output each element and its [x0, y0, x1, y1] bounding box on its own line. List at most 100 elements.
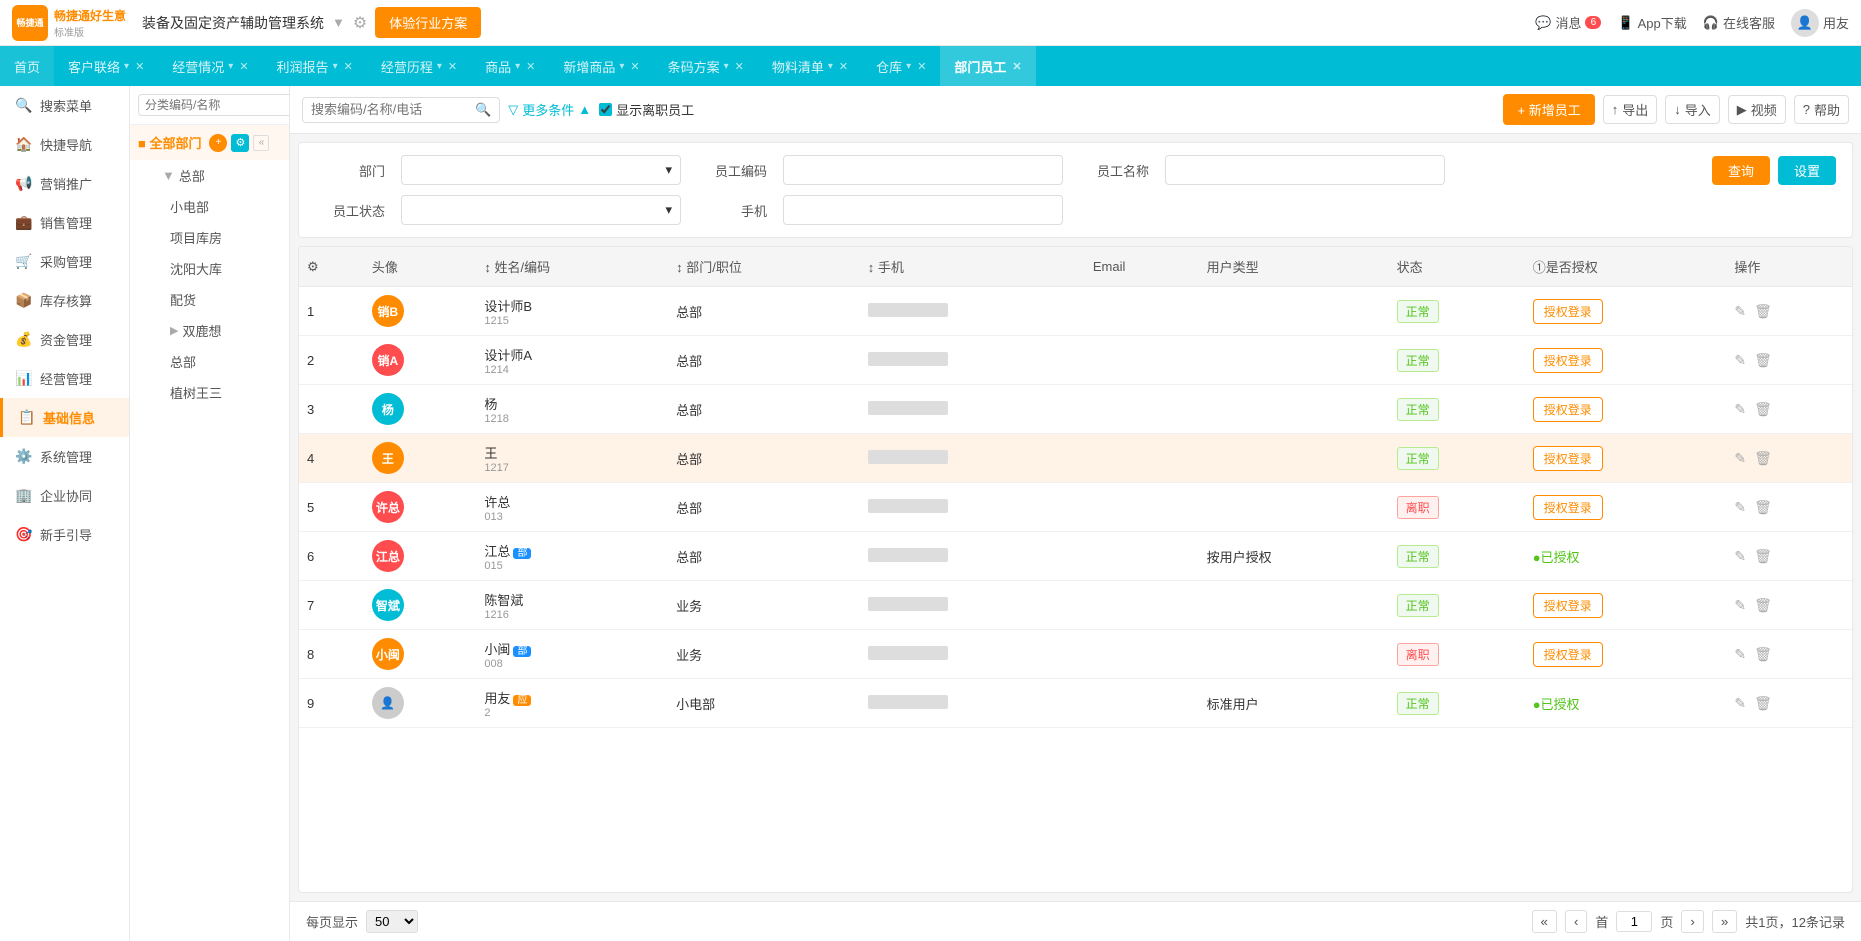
reset-btn[interactable]: 设置 [1778, 156, 1836, 185]
dept-item-xd[interactable]: 小电部 [138, 191, 289, 222]
dept-item-syk[interactable]: 沈阳大库 [138, 253, 289, 284]
tab-barcode[interactable]: 条码方案 ▾ ✕ [654, 46, 758, 86]
message-btn[interactable]: 💬 消息 6 [1535, 13, 1601, 32]
delete-icon[interactable]: 🗑 [1754, 450, 1772, 467]
per-page-select[interactable]: 50 100 [366, 910, 418, 933]
sidebar-item-purchase[interactable]: 🛒 采购管理 [0, 242, 129, 281]
close-icon[interactable]: ✕ [448, 60, 457, 73]
tab-operations[interactable]: 经营情况 ▾ ✕ [158, 46, 262, 86]
add-dept-icon[interactable]: + [209, 134, 227, 152]
authorize-btn[interactable]: 授权登录 [1533, 642, 1603, 667]
close-icon[interactable]: ✕ [917, 60, 926, 73]
tab-add-product[interactable]: 新增商品 ▾ ✕ [549, 46, 653, 86]
authorize-btn[interactable]: 授权登录 [1533, 446, 1603, 471]
view-btn[interactable]: ▶ 视频 [1728, 95, 1786, 124]
close-icon[interactable]: ✕ [135, 60, 144, 73]
sidebar-item-sales[interactable]: 💼 销售管理 [0, 203, 129, 242]
trial-btn[interactable]: 体验行业方案 [375, 7, 481, 38]
th-name[interactable]: ↕ 姓名/编码 [476, 247, 668, 287]
delete-icon[interactable]: 🗑 [1754, 695, 1772, 712]
dept-item-zongbu[interactable]: ▼ 总部 [138, 160, 289, 191]
close-icon[interactable]: ✕ [839, 60, 848, 73]
import-btn[interactable]: ↓ 导入 [1665, 95, 1720, 124]
dept-gear-icon[interactable]: ⚙ [231, 134, 249, 152]
delete-icon[interactable]: 🗑 [1754, 352, 1772, 369]
edit-icon[interactable]: ✎ [1734, 352, 1746, 369]
close-icon[interactable]: ✕ [239, 60, 248, 73]
close-icon[interactable]: ✕ [526, 60, 535, 73]
tab-dept-employee[interactable]: 部门员工 ✕ [940, 46, 1035, 86]
edit-icon[interactable]: ✎ [1734, 450, 1746, 467]
emp-name-input[interactable] [1165, 155, 1445, 185]
dept-item-slx[interactable]: ▶ 双鹿想 [138, 315, 289, 346]
delete-icon[interactable]: 🗑 [1754, 548, 1772, 565]
tab-customer[interactable]: 客户联络 ▾ ✕ [54, 46, 158, 86]
authorize-btn[interactable]: 授权登录 [1533, 348, 1603, 373]
sidebar-item-finance[interactable]: 💰 资金管理 [0, 320, 129, 359]
delete-icon[interactable]: 🗑 [1754, 646, 1772, 663]
tab-bom[interactable]: 物料清单 ▾ ✕ [758, 46, 862, 86]
tab-home[interactable]: 首页 [0, 46, 54, 86]
first-page-btn[interactable]: « [1532, 910, 1557, 933]
edit-icon[interactable]: ✎ [1734, 401, 1746, 418]
app-download-btn[interactable]: 📱 App下载 [1617, 13, 1686, 32]
query-btn[interactable]: 查询 [1712, 156, 1770, 185]
edit-icon[interactable]: ✎ [1734, 303, 1746, 320]
gear-icon[interactable]: ⚙ [353, 13, 367, 33]
prev-page-btn[interactable]: ‹ [1565, 910, 1587, 933]
sidebar-item-guide[interactable]: 🎯 新手引导 [0, 515, 129, 554]
all-dept-item[interactable]: ■ 全部部门 + ⚙ « [130, 125, 289, 160]
dept-item-zb[interactable]: 总部 [138, 346, 289, 377]
close-icon[interactable]: ✕ [344, 60, 353, 73]
dept-filter-select[interactable]: ▾ [401, 155, 681, 185]
dept-item-xmkf[interactable]: 项目库房 [138, 222, 289, 253]
add-employee-btn[interactable]: + 新增员工 [1503, 94, 1594, 125]
help-btn[interactable]: ? 帮助 [1794, 95, 1849, 124]
delete-icon[interactable]: 🗑 [1754, 401, 1772, 418]
emp-code-input[interactable] [783, 155, 1063, 185]
sidebar-item-inventory[interactable]: 📦 库存核算 [0, 281, 129, 320]
authorize-btn[interactable]: 授权登录 [1533, 397, 1603, 422]
next-page-btn[interactable]: › [1681, 910, 1703, 933]
tab-history[interactable]: 经营历程 ▾ ✕ [367, 46, 471, 86]
th-settings[interactable]: ⚙ [299, 247, 364, 287]
tab-profit[interactable]: 利润报告 ▾ ✕ [263, 46, 367, 86]
edit-icon[interactable]: ✎ [1734, 646, 1746, 663]
sidebar-item-operations[interactable]: 📊 经营管理 [0, 359, 129, 398]
sidebar-item-quick-nav[interactable]: 🏠 快捷导航 [0, 125, 129, 164]
dept-search-input[interactable] [138, 94, 290, 116]
dept-item-ph[interactable]: 配货 [138, 284, 289, 315]
tab-products[interactable]: 商品 ▾ ✕ [471, 46, 549, 86]
phone-input[interactable] [783, 195, 1063, 225]
edit-icon[interactable]: ✎ [1734, 597, 1746, 614]
tab-warehouse[interactable]: 仓库 ▾ ✕ [862, 46, 940, 86]
sidebar-item-marketing[interactable]: 📢 营销推广 [0, 164, 129, 203]
edit-icon[interactable]: ✎ [1734, 499, 1746, 516]
delete-icon[interactable]: 🗑 [1754, 499, 1772, 516]
edit-icon[interactable]: ✎ [1734, 695, 1746, 712]
show-resigned-label[interactable]: 显示离职员工 [599, 100, 694, 119]
more-filters-btn[interactable]: ▽ 更多条件 ▲ [508, 100, 591, 119]
edit-icon[interactable]: ✎ [1734, 548, 1746, 565]
show-resigned-checkbox[interactable] [599, 103, 612, 116]
collapse-icon[interactable]: « [253, 135, 269, 151]
delete-icon[interactable]: 🗑 [1754, 303, 1772, 320]
search-input[interactable] [311, 102, 471, 117]
th-phone[interactable]: ↕ 手机 [860, 247, 1085, 287]
search-icon[interactable]: 🔍 [475, 102, 491, 118]
close-icon[interactable]: ✕ [630, 60, 639, 73]
delete-icon[interactable]: 🗑 [1754, 597, 1772, 614]
page-number-input[interactable] [1616, 911, 1652, 932]
user-btn[interactable]: 👤 用友 [1791, 9, 1849, 37]
dropdown-icon[interactable]: ▼ [332, 15, 345, 30]
dept-item-zsw[interactable]: 植树王三 [138, 377, 289, 408]
sidebar-item-enterprise[interactable]: 🏢 企业协同 [0, 476, 129, 515]
th-dept[interactable]: ↕ 部门/职位 [668, 247, 860, 287]
last-page-btn[interactable]: » [1712, 910, 1737, 933]
close-icon[interactable]: ✕ [735, 60, 744, 73]
authorize-btn[interactable]: 授权登录 [1533, 593, 1603, 618]
sidebar-item-system[interactable]: ⚙️ 系统管理 [0, 437, 129, 476]
close-icon[interactable]: ✕ [1012, 60, 1021, 73]
online-service-btn[interactable]: 🎧 在线客服 [1703, 13, 1775, 32]
sidebar-item-basic-info[interactable]: 📋 基础信息 [0, 398, 129, 437]
